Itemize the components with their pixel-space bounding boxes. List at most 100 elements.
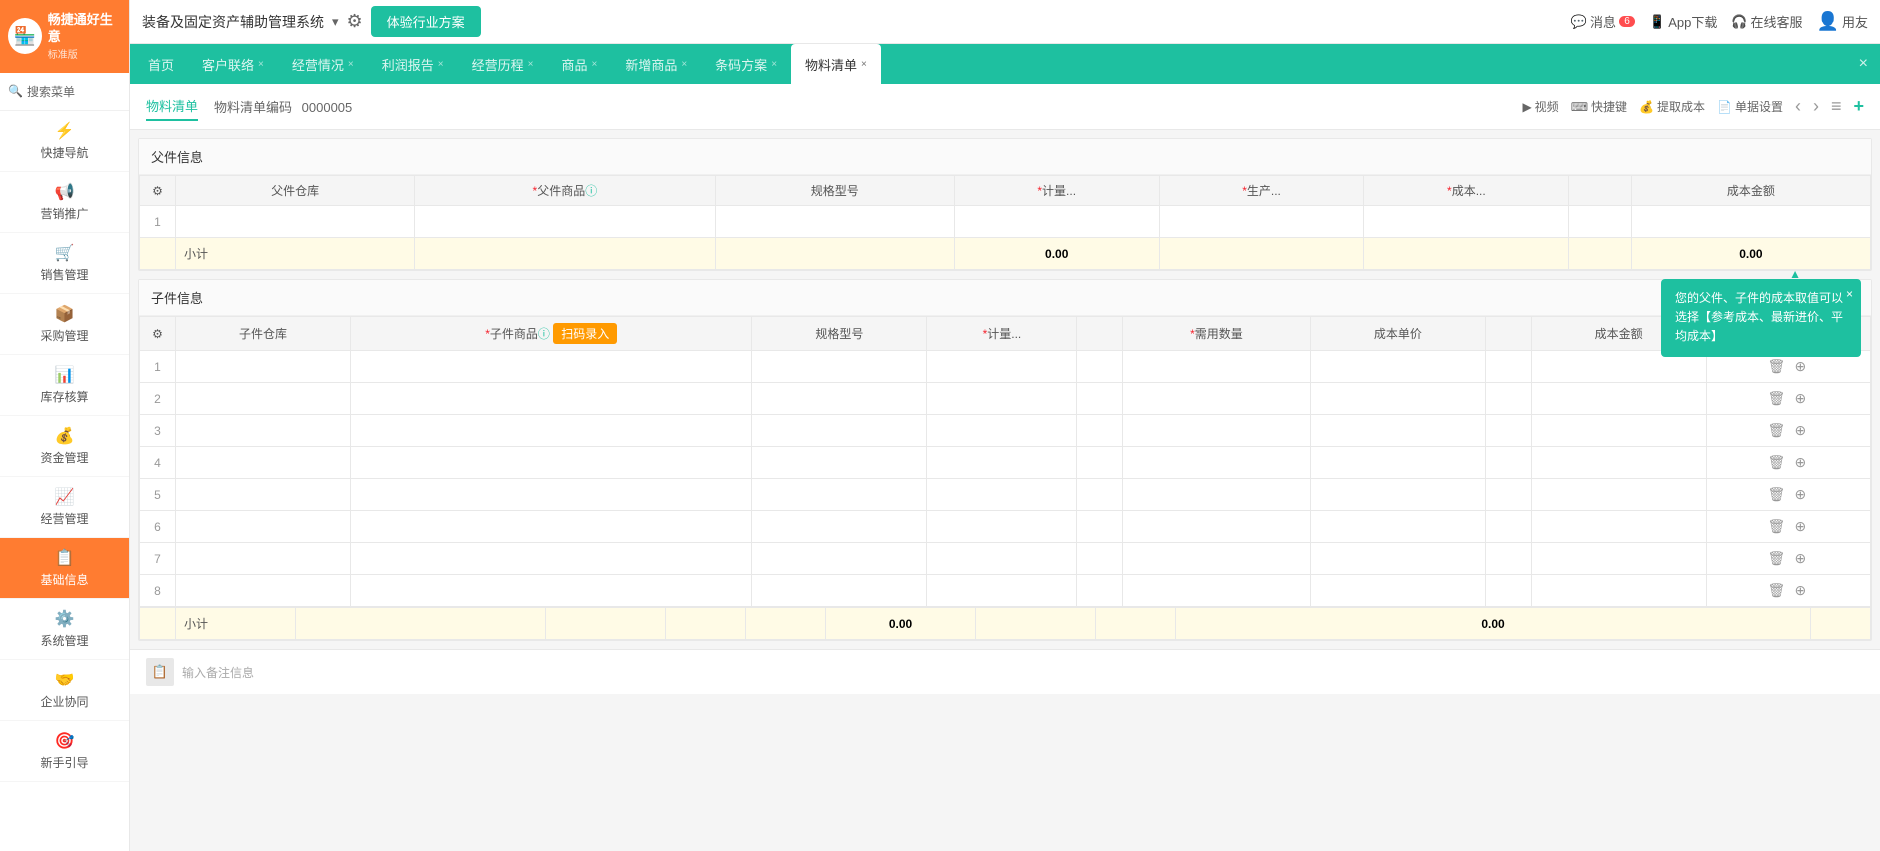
bottom-icon[interactable]: 📋 [146, 658, 174, 686]
child-row-3-unit-cost[interactable] [1310, 415, 1485, 447]
child-row-5-unit[interactable] [927, 479, 1077, 511]
child-row-1-warehouse[interactable] [176, 351, 351, 383]
child-row-6-warehouse[interactable] [176, 511, 351, 543]
child-row-2-spec[interactable] [752, 383, 927, 415]
trial-button[interactable]: 体验行业方案 [371, 6, 481, 37]
child-row-6-unit[interactable] [927, 511, 1077, 543]
message-item[interactable]: 💬 消息 6 [1571, 12, 1635, 31]
tab-customer[interactable]: 客户联络 × [188, 44, 278, 84]
child-row-3-warehouse[interactable] [176, 415, 351, 447]
copy-icon-1[interactable]: ⊕ [1790, 357, 1810, 377]
copy-icon-8[interactable]: ⊕ [1790, 581, 1810, 601]
child-row-3-unit[interactable] [927, 415, 1077, 447]
child-row-7-unit[interactable] [927, 543, 1077, 575]
child-row-1-product[interactable] [351, 351, 752, 383]
sidebar-item-sales[interactable]: 🛒 销售管理 [0, 233, 129, 294]
child-row-4-warehouse[interactable] [176, 447, 351, 479]
child-row-7-spec[interactable] [752, 543, 927, 575]
copy-icon-5[interactable]: ⊕ [1790, 485, 1810, 505]
tab-product-close[interactable]: × [591, 59, 597, 70]
sidebar-item-basic[interactable]: 📋 基础信息 [0, 538, 129, 599]
delete-icon-6[interactable]: 🗑 [1766, 517, 1786, 537]
child-row-3-product[interactable] [351, 415, 752, 447]
child-row-1-qty[interactable] [1123, 351, 1311, 383]
child-row-4-qty[interactable] [1123, 447, 1311, 479]
settings-icon[interactable]: ⚙ [347, 11, 363, 32]
tab-profit-close[interactable]: × [438, 59, 444, 70]
parent-row-1-produce[interactable] [1159, 206, 1364, 238]
child-row-3-qty[interactable] [1123, 415, 1311, 447]
tooltip-close-btn[interactable]: × [1846, 285, 1853, 304]
sidebar-item-system[interactable]: ⚙️ 系统管理 [0, 599, 129, 660]
child-row-5-spec[interactable] [752, 479, 927, 511]
sidebar-item-marketing[interactable]: 📢 营销推广 [0, 172, 129, 233]
tab-product[interactable]: 商品 × [547, 44, 611, 84]
child-row-4-spec[interactable] [752, 447, 927, 479]
child-row-6-spec[interactable] [752, 511, 927, 543]
child-row-8-qty[interactable] [1123, 575, 1311, 607]
child-row-8-unit[interactable] [927, 575, 1077, 607]
action-video[interactable]: ▶ 视频 [1522, 98, 1558, 115]
child-row-4-unit-cost[interactable] [1310, 447, 1485, 479]
copy-icon-2[interactable]: ⊕ [1790, 389, 1810, 409]
child-row-1-spec[interactable] [752, 351, 927, 383]
child-row-2-unit[interactable] [927, 383, 1077, 415]
online-service-item[interactable]: 🎧 在线客服 [1731, 12, 1802, 31]
child-row-7-unit-cost[interactable] [1310, 543, 1485, 575]
child-row-6-qty[interactable] [1123, 511, 1311, 543]
child-row-6-product[interactable] [351, 511, 752, 543]
tab-history-close[interactable]: × [528, 59, 534, 70]
parent-row-1-unit[interactable] [954, 206, 1159, 238]
delete-icon-8[interactable]: 🗑 [1766, 581, 1786, 601]
child-row-6-unit-cost[interactable] [1310, 511, 1485, 543]
delete-icon-7[interactable]: 🗑 [1766, 549, 1786, 569]
close-all-tabs[interactable]: × [1851, 55, 1876, 73]
search-menu[interactable]: 🔍 搜索菜单 [0, 73, 129, 111]
copy-icon-3[interactable]: ⊕ [1790, 421, 1810, 441]
child-row-8-warehouse[interactable] [176, 575, 351, 607]
delete-icon-1[interactable]: 🗑 [1766, 357, 1786, 377]
tab-customer-close[interactable]: × [258, 59, 264, 70]
child-row-8-unit-cost[interactable] [1310, 575, 1485, 607]
tab-barcode[interactable]: 条码方案 × [701, 44, 791, 84]
copy-icon-6[interactable]: ⊕ [1790, 517, 1810, 537]
child-row-7-warehouse[interactable] [176, 543, 351, 575]
nav-list-btn[interactable]: ≡ [1831, 96, 1842, 117]
sidebar-item-purchase[interactable]: 📦 采购管理 [0, 294, 129, 355]
child-row-2-warehouse[interactable] [176, 383, 351, 415]
parent-row-1-warehouse[interactable] [176, 206, 415, 238]
child-row-8-product[interactable] [351, 575, 752, 607]
child-row-1-unit[interactable] [927, 351, 1077, 383]
parent-row-1-cost[interactable] [1364, 206, 1569, 238]
parent-row-1-product[interactable] [415, 206, 716, 238]
sidebar-item-operation[interactable]: 📈 经营管理 [0, 477, 129, 538]
delete-icon-3[interactable]: 🗑 [1766, 421, 1786, 441]
scan-button[interactable]: 扫码录入 [553, 323, 617, 344]
tab-home[interactable]: 首页 [134, 44, 188, 84]
copy-icon-7[interactable]: ⊕ [1790, 549, 1810, 569]
child-row-1-unit-cost[interactable] [1310, 351, 1485, 383]
parent-row-1-spec[interactable] [715, 206, 954, 238]
tab-new-product[interactable]: 新增商品 × [611, 44, 701, 84]
child-row-4-product[interactable] [351, 447, 752, 479]
child-row-5-unit-cost[interactable] [1310, 479, 1485, 511]
delete-icon-2[interactable]: 🗑 [1766, 389, 1786, 409]
child-row-5-qty[interactable] [1123, 479, 1311, 511]
tab-new-product-close[interactable]: × [681, 59, 687, 70]
sidebar-item-collab[interactable]: 🤝 企业协同 [0, 660, 129, 721]
tab-bom[interactable]: 物料清单 × [791, 44, 881, 84]
user-item[interactable]: 👤 用友 [1817, 11, 1868, 32]
child-col-setting[interactable]: ⚙ [140, 317, 176, 351]
child-row-5-warehouse[interactable] [176, 479, 351, 511]
parent-col-setting[interactable]: ⚙ [140, 176, 176, 206]
tab-operation[interactable]: 经营情况 × [278, 44, 368, 84]
sidebar-item-inventory[interactable]: 📊 库存核算 [0, 355, 129, 416]
tab-history[interactable]: 经营历程 × [458, 44, 548, 84]
app-download-item[interactable]: 📱 App下载 [1649, 12, 1717, 31]
dropdown-arrow-icon[interactable]: ▾ [332, 14, 339, 30]
nav-add-btn[interactable]: + [1853, 96, 1864, 117]
copy-icon-4[interactable]: ⊕ [1790, 453, 1810, 473]
action-doc-settings[interactable]: 📄 单据设置 [1717, 98, 1783, 115]
nav-next-btn[interactable]: › [1813, 96, 1819, 117]
child-row-5-product[interactable] [351, 479, 752, 511]
